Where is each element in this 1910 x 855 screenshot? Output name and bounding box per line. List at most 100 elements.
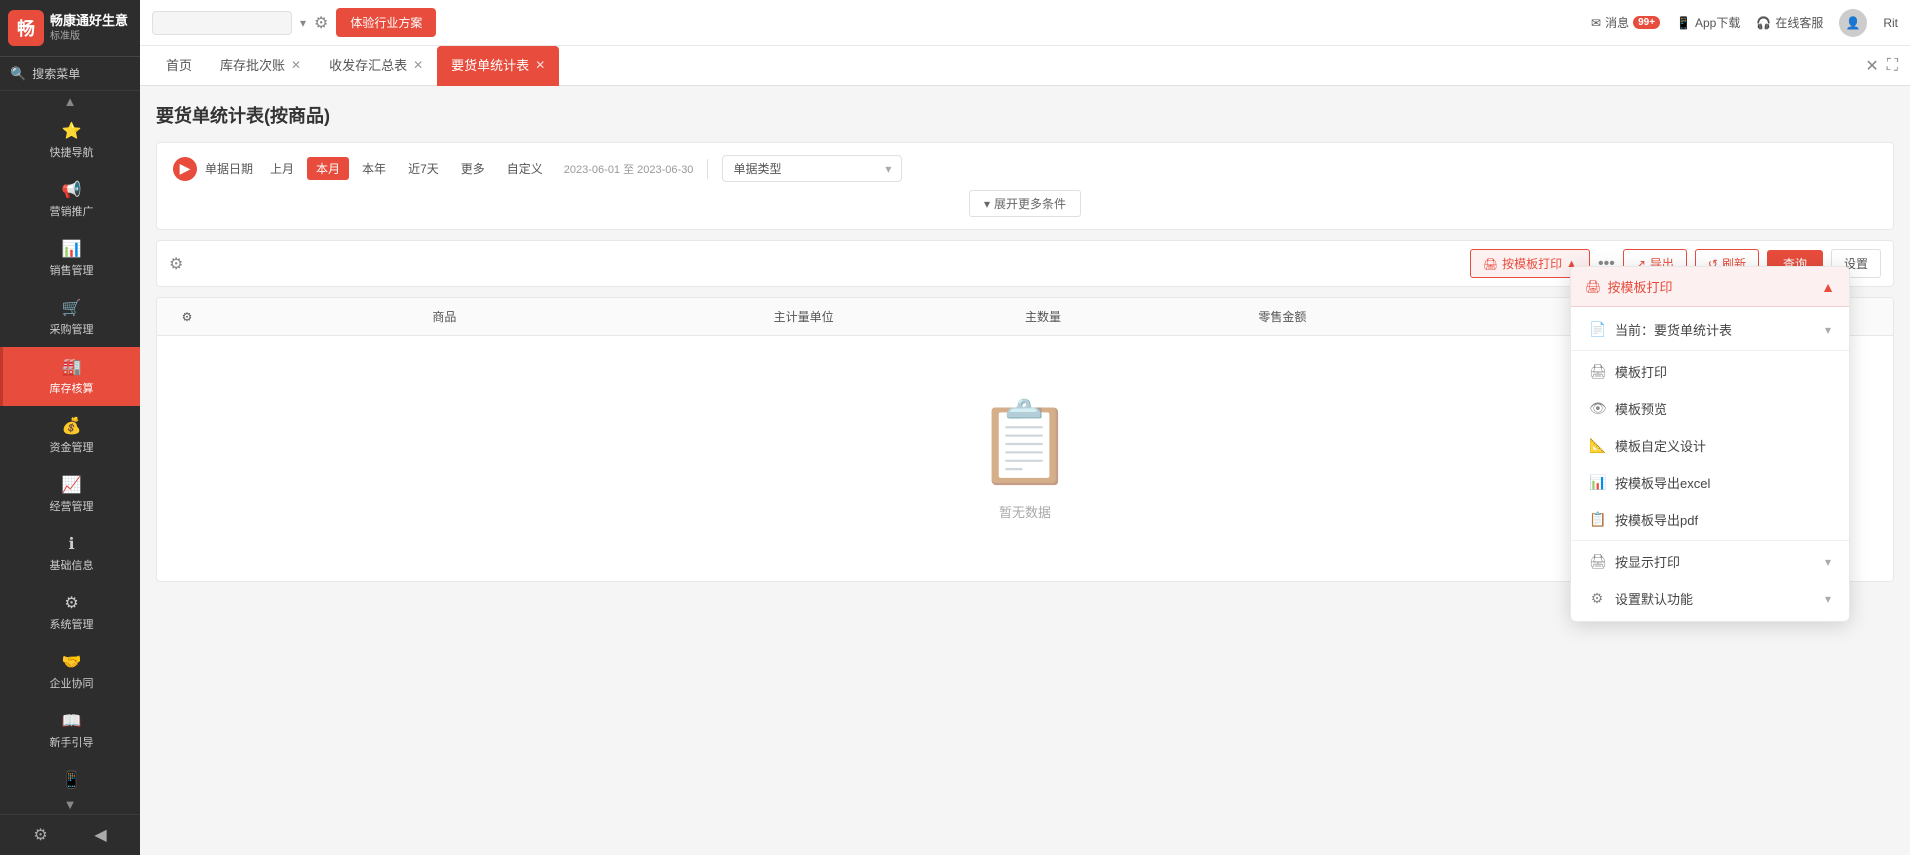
settings-bottom-icon[interactable]: ⚙ [33, 825, 47, 845]
tab-home-label: 首页 [166, 55, 192, 74]
col-unit: 主计量单位 [684, 308, 923, 325]
sidebar-item-8[interactable]: ℹ 基础信息 [0, 524, 140, 583]
dropdown-item-preview[interactable]: 👁 模板预览 [1571, 390, 1849, 427]
sidebar-bottom: ⚙ ◀ [0, 814, 140, 855]
tab-home[interactable]: 首页 [152, 46, 206, 86]
excel-item-label: 按模板导出excel [1615, 473, 1710, 492]
date-btn-7days[interactable]: 近7天 [399, 157, 448, 180]
app-icon: 📱 [1676, 16, 1691, 30]
close-window-icon[interactable]: ✕ [1865, 56, 1878, 76]
sidebar-item-4[interactable]: 🛒 采购管理 [0, 288, 140, 347]
col-goods: 商品 [205, 308, 684, 325]
type-select[interactable]: 单据类型 ▾ [722, 155, 902, 182]
maximize-icon[interactable]: ⛶ [1887, 57, 1898, 75]
topbar-gear-icon[interactable]: ⚙ [314, 13, 328, 33]
dropdown-title: 🖨 按模板打印 [1585, 277, 1673, 296]
sidebar-item-6[interactable]: 💰 资金管理 [0, 406, 140, 465]
user-avatar[interactable]: 👤 [1839, 9, 1867, 37]
sidebar-icon-6: 💰 [62, 416, 82, 436]
dropdown-display-print[interactable]: 🖨 按显示打印 ▾ [1571, 543, 1849, 580]
sidebar-items: ⭐ 快捷导航 📢 营销推广 📊 销售管理 🛒 采购管理 🏭 库存核算 💰 资金管… [0, 111, 140, 794]
tab-order-stats[interactable]: 要货单统计表 ✕ [437, 46, 559, 86]
toolbar-gear-icon[interactable]: ⚙ [169, 254, 183, 274]
sidebar-label-6: 资金管理 [50, 439, 94, 455]
app-download-btn[interactable]: 📱 App下载 [1676, 14, 1740, 31]
sidebar-item-5[interactable]: 🏭 库存核算 [0, 347, 140, 406]
sidebar-item-3[interactable]: 📊 销售管理 [0, 229, 140, 288]
display-print-icon: 🖨 [1589, 553, 1605, 570]
filter-more-row: ▾ 展开更多条件 [173, 190, 1877, 217]
empty-icon: 📋 [975, 396, 1075, 490]
date-btn-more[interactable]: 更多 [452, 157, 494, 180]
divider-1 [1571, 350, 1849, 351]
dropdown-body: 📄 当前：要货单统计表 ▾ 🖨 模板打印 👁 模板预览 📐 模板自定义设计 [1571, 307, 1849, 621]
dropdown-default-func[interactable]: ⚙ 设置默认功能 ▾ [1571, 580, 1849, 617]
sidebar-icon-1: ⭐ [62, 121, 82, 141]
sidebar-icon-4: 🛒 [62, 298, 82, 318]
sidebar-icon-3: 📊 [62, 239, 82, 259]
dropdown-item-pdf[interactable]: 📋 按模板导出pdf [1571, 501, 1849, 538]
sidebar-item-7[interactable]: 📈 经营管理 [0, 465, 140, 524]
sidebar-icon-7: 📈 [62, 475, 82, 495]
sidebar-item-10[interactable]: 🤝 企业协同 [0, 642, 140, 701]
display-print-arrow: ▾ [1825, 555, 1831, 569]
sidebar-scroll-down[interactable]: ▼ [0, 794, 140, 814]
sidebar-icon-5: 🏭 [62, 357, 82, 377]
sidebar-item-12[interactable]: 📱 应用中心 [0, 760, 140, 794]
tab-order-stats-close[interactable]: ✕ [535, 58, 545, 72]
trial-button[interactable]: 体验行业方案 [336, 8, 436, 37]
sidebar-label-5: 库存核算 [50, 380, 94, 396]
col-gear[interactable]: ⚙ [169, 310, 205, 324]
message-badge: 99+ [1633, 16, 1660, 29]
expand-label: 展开更多条件 [994, 195, 1066, 212]
topbar-search-input[interactable] [163, 16, 281, 30]
sidebar-search[interactable]: 🔍 搜索菜单 [0, 57, 140, 91]
sidebar-item-2[interactable]: 📢 营销推广 [0, 170, 140, 229]
date-btn-last-month[interactable]: 上月 [261, 157, 303, 180]
print-icon: 🖨 [1483, 257, 1498, 271]
display-print-left: 🖨 按显示打印 [1589, 552, 1680, 571]
tab-summary-label: 收发存汇总表 [329, 55, 407, 74]
date-btn-this-year[interactable]: 本年 [353, 157, 395, 180]
filter-row: ▶ 单据日期 上月 本月 本年 近7天 更多 自定义 2023-06-01 至 … [173, 155, 1877, 182]
design-item-label: 模板自定义设计 [1615, 436, 1706, 455]
dropdown-item-excel[interactable]: 📊 按模板导出excel [1571, 464, 1849, 501]
design-item-icon: 📐 [1589, 437, 1605, 454]
topbar-dropdown-icon[interactable]: ▾ [300, 16, 306, 30]
online-service-btn[interactable]: 🎧 在线客服 [1756, 14, 1823, 31]
date-btn-custom[interactable]: 自定义 [498, 157, 552, 180]
sidebar-label-1: 快捷导航 [50, 144, 94, 160]
topbar-right: ✉ 消息 99+ 📱 App下载 🎧 在线客服 👤 Rit [1591, 9, 1898, 37]
dropdown-item-print[interactable]: 🖨 模板打印 [1571, 353, 1849, 390]
sidebar-item-1[interactable]: ⭐ 快捷导航 [0, 111, 140, 170]
filter-expand-icon[interactable]: ▶ [173, 157, 197, 181]
dropdown-header: 🖨 按模板打印 ▲ [1571, 267, 1849, 307]
date-btn-this-month[interactable]: 本月 [307, 157, 349, 180]
logo-icon: 畅 [8, 10, 44, 46]
default-func-icon: ⚙ [1589, 590, 1605, 607]
tab-summary[interactable]: 收发存汇总表 ✕ [315, 46, 437, 86]
dropdown-close-arrow[interactable]: ▲ [1821, 279, 1835, 295]
collapse-icon[interactable]: ◀ [94, 825, 106, 845]
topbar: ▾ ⚙ 体验行业方案 ✉ 消息 99+ 📱 App下载 🎧 在线客服 👤 Rit [140, 0, 1910, 46]
display-print-label: 按显示打印 [1615, 552, 1680, 571]
tab-inventory-batch-close[interactable]: ✕ [291, 58, 301, 72]
topbar-search-box[interactable] [152, 11, 292, 35]
sidebar-item-11[interactable]: 📖 新手引导 [0, 701, 140, 760]
sidebar-item-9[interactable]: ⚙ 系统管理 [0, 583, 140, 642]
sidebar-icon-11: 📖 [62, 711, 82, 731]
message-btn[interactable]: ✉ 消息 99+ [1591, 14, 1660, 31]
dropdown-current[interactable]: 📄 当前：要货单统计表 ▾ [1571, 311, 1849, 348]
sidebar-scroll-up[interactable]: ▲ [0, 91, 140, 111]
expand-more-btn[interactable]: ▾ 展开更多条件 [969, 190, 1081, 217]
tab-summary-close[interactable]: ✕ [413, 58, 423, 72]
dropdown-item-design[interactable]: 📐 模板自定义设计 [1571, 427, 1849, 464]
print-item-icon: 🖨 [1589, 363, 1605, 380]
date-buttons: 上月 本月 本年 近7天 更多 自定义 [261, 157, 552, 180]
tab-inventory-batch[interactable]: 库存批次账 ✕ [206, 46, 315, 86]
sidebar-label-11: 新手引导 [50, 734, 94, 750]
expand-icon: ▾ [984, 197, 990, 211]
date-filter-label: 单据日期 [205, 160, 253, 177]
pdf-item-icon: 📋 [1589, 511, 1605, 528]
default-func-arrow: ▾ [1825, 592, 1831, 606]
